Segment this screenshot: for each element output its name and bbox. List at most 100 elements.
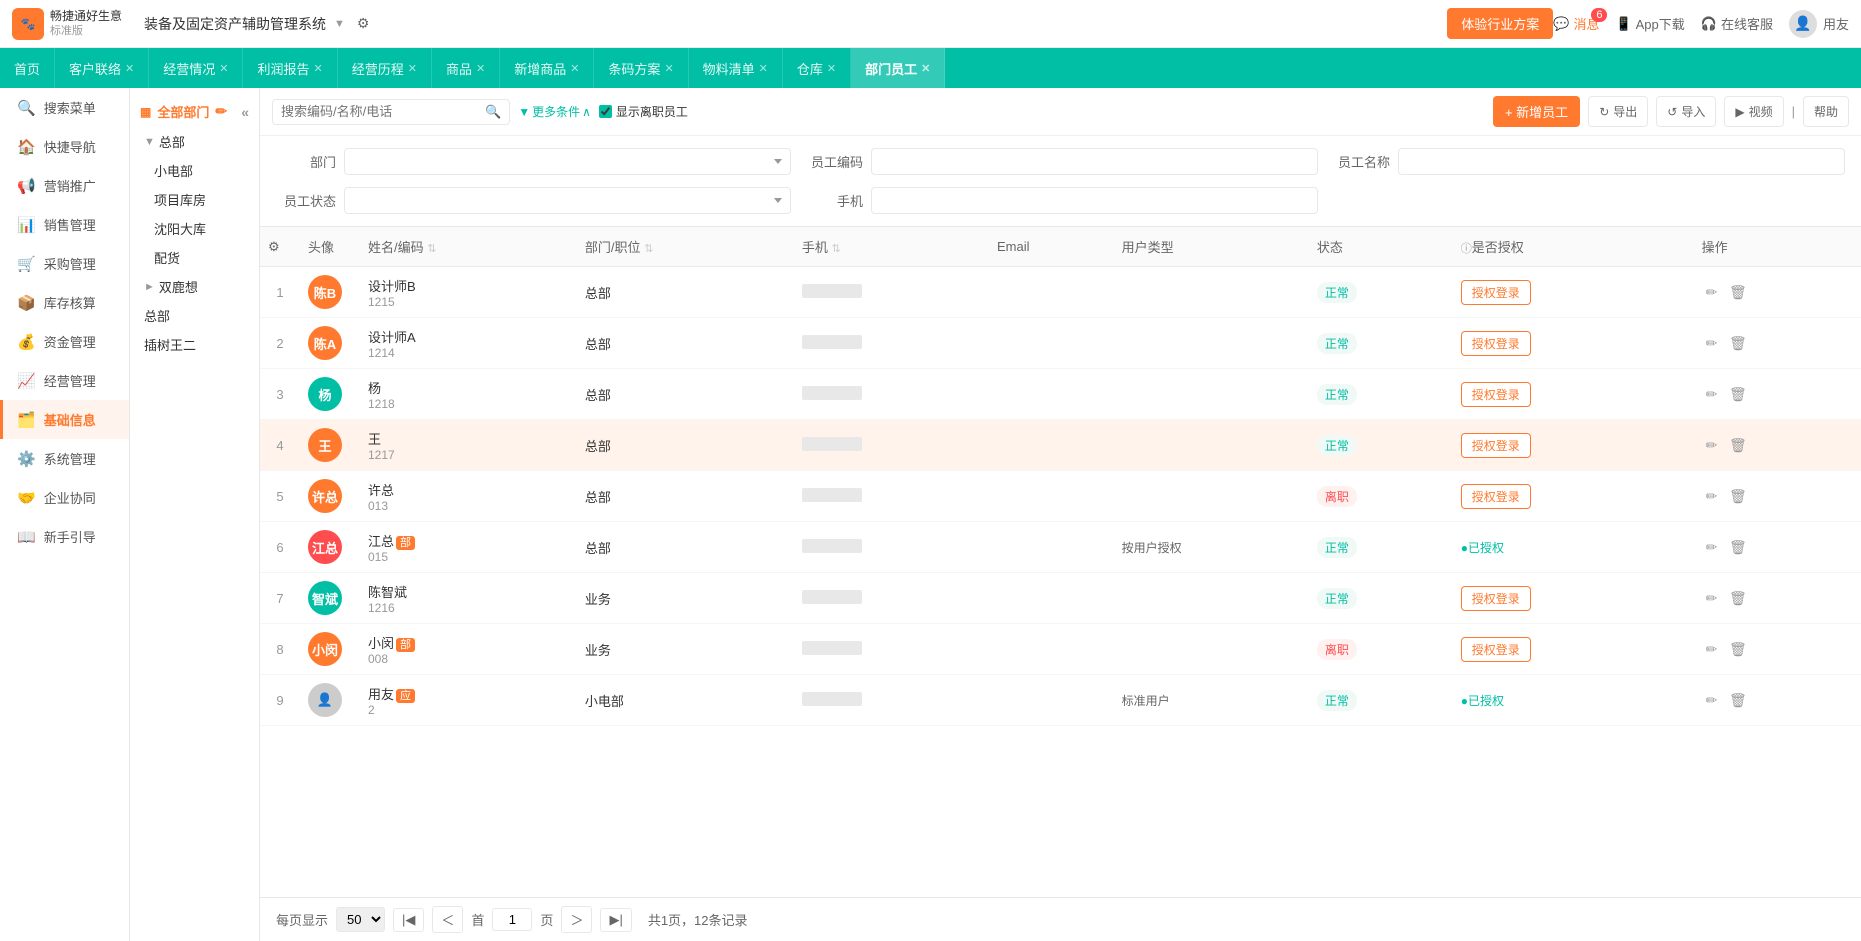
left-nav-item-4[interactable]: 🛒采购管理	[0, 244, 129, 283]
auth-button[interactable]: 授权登录	[1461, 433, 1531, 458]
emp-status-select[interactable]	[344, 187, 791, 214]
emp-name-input[interactable]	[1398, 148, 1845, 175]
nav-tab-4[interactable]: 经营历程✕	[338, 48, 432, 88]
show-resigned-checkbox[interactable]: 显示离职员工	[599, 103, 688, 120]
help-button[interactable]: |	[1792, 104, 1795, 119]
nav-tab-close[interactable]: ✕	[408, 62, 417, 75]
nav-tab-5[interactable]: 商品✕	[432, 48, 500, 88]
online-service-button[interactable]: 🎧 在线客服	[1701, 14, 1773, 33]
message-button[interactable]: 💬 消息 6	[1553, 14, 1599, 33]
user-menu[interactable]: 👤 用友	[1789, 10, 1849, 38]
nav-tab-close[interactable]: ✕	[125, 62, 134, 75]
edit-button[interactable]: ✏	[1702, 588, 1722, 608]
view-button[interactable]: ▶ 视频	[1724, 96, 1783, 127]
nav-tab-6[interactable]: 新增商品✕	[500, 48, 594, 88]
left-nav-item-9[interactable]: ⚙️系统管理	[0, 439, 129, 478]
delete-button[interactable]: 🗑	[1725, 384, 1751, 404]
per-page-select[interactable]: 50	[336, 907, 385, 932]
emp-code-input[interactable]	[871, 148, 1318, 175]
dept-tree-item-xiaodian[interactable]: 小电部	[144, 156, 259, 185]
left-nav-item-11[interactable]: 📖新手引导	[0, 517, 129, 556]
edit-button[interactable]: ✏	[1702, 486, 1722, 506]
left-nav-item-5[interactable]: 📦库存核算	[0, 283, 129, 322]
chevron-down-icon[interactable]: ▼	[334, 18, 345, 30]
delete-button[interactable]: 🗑	[1725, 486, 1751, 506]
dept-collapse-icon[interactable]: «	[241, 104, 249, 120]
edit-button[interactable]: ✏	[1702, 384, 1722, 404]
nav-tab-close[interactable]: ✕	[314, 62, 323, 75]
trial-button[interactable]: 体验行业方案	[1447, 8, 1553, 39]
help-text[interactable]: 帮助	[1803, 96, 1849, 127]
dept-tree-item-shuanglu[interactable]: ►双鹿想	[130, 272, 259, 301]
nav-label-9: 系统管理	[44, 449, 96, 468]
export-button[interactable]: ↻ 导出	[1588, 96, 1648, 127]
settings-icon[interactable]: ⚙	[268, 239, 280, 254]
left-nav-item-7[interactable]: 📈经营管理	[0, 361, 129, 400]
delete-button[interactable]: 🗑	[1725, 333, 1751, 353]
gear-icon[interactable]: ⚙	[353, 11, 374, 36]
edit-button[interactable]: ✏	[1702, 333, 1722, 353]
page-number-input[interactable]	[492, 908, 532, 931]
edit-button[interactable]: ✏	[1702, 282, 1722, 302]
left-nav-item-2[interactable]: 📢营销推广	[0, 166, 129, 205]
left-nav-item-8[interactable]: 🗂️基础信息	[0, 400, 129, 439]
left-nav-item-0[interactable]: 🔍搜索菜单	[0, 88, 129, 127]
employee-code: 2	[368, 703, 569, 717]
auth-button[interactable]: 授权登录	[1461, 637, 1531, 662]
nav-tab-1[interactable]: 客户联络✕	[55, 48, 149, 88]
delete-button[interactable]: 🗑	[1725, 588, 1751, 608]
auth-button[interactable]: 授权登录	[1461, 586, 1531, 611]
edit-button[interactable]: ✏	[1702, 435, 1722, 455]
nav-tab-0[interactable]: 首页	[0, 48, 55, 88]
nav-tab-9[interactable]: 仓库✕	[783, 48, 851, 88]
phone-input[interactable]	[871, 187, 1318, 214]
auth-button[interactable]: 授权登录	[1461, 484, 1531, 509]
dept-tree-item-zongbu2[interactable]: 总部	[130, 301, 259, 330]
nav-tab-close[interactable]: ✕	[827, 62, 836, 75]
add-employee-button[interactable]: + 新增员工	[1493, 96, 1580, 127]
prev-page-button[interactable]: ＜	[432, 906, 463, 933]
dept-edit-icon[interactable]: ✏	[215, 103, 227, 120]
auth-button[interactable]: 授权登录	[1461, 280, 1531, 305]
delete-button[interactable]: 🗑	[1725, 537, 1751, 557]
nav-tab-close[interactable]: ✕	[476, 62, 485, 75]
nav-tab-close[interactable]: ✕	[570, 62, 579, 75]
nav-tab-7[interactable]: 条码方案✕	[594, 48, 688, 88]
nav-tab-close[interactable]: ✕	[759, 62, 768, 75]
left-nav-item-3[interactable]: 📊销售管理	[0, 205, 129, 244]
row-name: 陈智斌 1216	[360, 573, 577, 624]
nav-tab-2[interactable]: 经营情况✕	[149, 48, 243, 88]
nav-tab-8[interactable]: 物料清单✕	[689, 48, 783, 88]
dept-tree-item-zongbu[interactable]: ▼总部	[130, 127, 259, 156]
dept-tree-item-peihuo[interactable]: 配货	[144, 243, 259, 272]
left-nav-item-1[interactable]: 🏠快捷导航	[0, 127, 129, 166]
auth-button[interactable]: 授权登录	[1461, 331, 1531, 356]
auth-button[interactable]: 授权登录	[1461, 382, 1531, 407]
nav-tab-close[interactable]: ✕	[219, 62, 228, 75]
dept-tree-item-shenyang[interactable]: 沈阳大库	[144, 214, 259, 243]
first-page-button[interactable]: |◀	[393, 908, 424, 932]
dept-tree-item-project[interactable]: 项目库房	[144, 185, 259, 214]
search-input[interactable]	[281, 104, 481, 119]
left-nav-item-10[interactable]: 🤝企业协同	[0, 478, 129, 517]
edit-button[interactable]: ✏	[1702, 537, 1722, 557]
more-conditions-btn[interactable]: ▼ 更多条件 ∧	[518, 103, 591, 120]
delete-button[interactable]: 🗑	[1725, 282, 1751, 302]
delete-button[interactable]: 🗑	[1725, 690, 1751, 710]
edit-button[interactable]: ✏	[1702, 690, 1722, 710]
nav-tab-close[interactable]: ✕	[664, 62, 673, 75]
dept-select[interactable]	[344, 148, 791, 175]
next-page-button[interactable]: ＞	[561, 906, 592, 933]
last-page-button[interactable]: ▶|	[600, 908, 631, 932]
nav-tab-close[interactable]: ✕	[921, 62, 930, 75]
edit-button[interactable]: ✏	[1702, 639, 1722, 659]
delete-button[interactable]: 🗑	[1725, 435, 1751, 455]
nav-tab-3[interactable]: 利润报告✕	[243, 48, 337, 88]
resigned-checkbox-input[interactable]	[599, 105, 612, 118]
delete-button[interactable]: 🗑	[1725, 639, 1751, 659]
app-download-button[interactable]: 📱 App下载	[1615, 14, 1684, 33]
dept-tree-item-cha[interactable]: 插树王二	[130, 330, 259, 359]
nav-tab-10[interactable]: 部门员工✕	[851, 48, 945, 88]
left-nav-item-6[interactable]: 💰资金管理	[0, 322, 129, 361]
import-button[interactable]: ↺ 导入	[1656, 96, 1716, 127]
